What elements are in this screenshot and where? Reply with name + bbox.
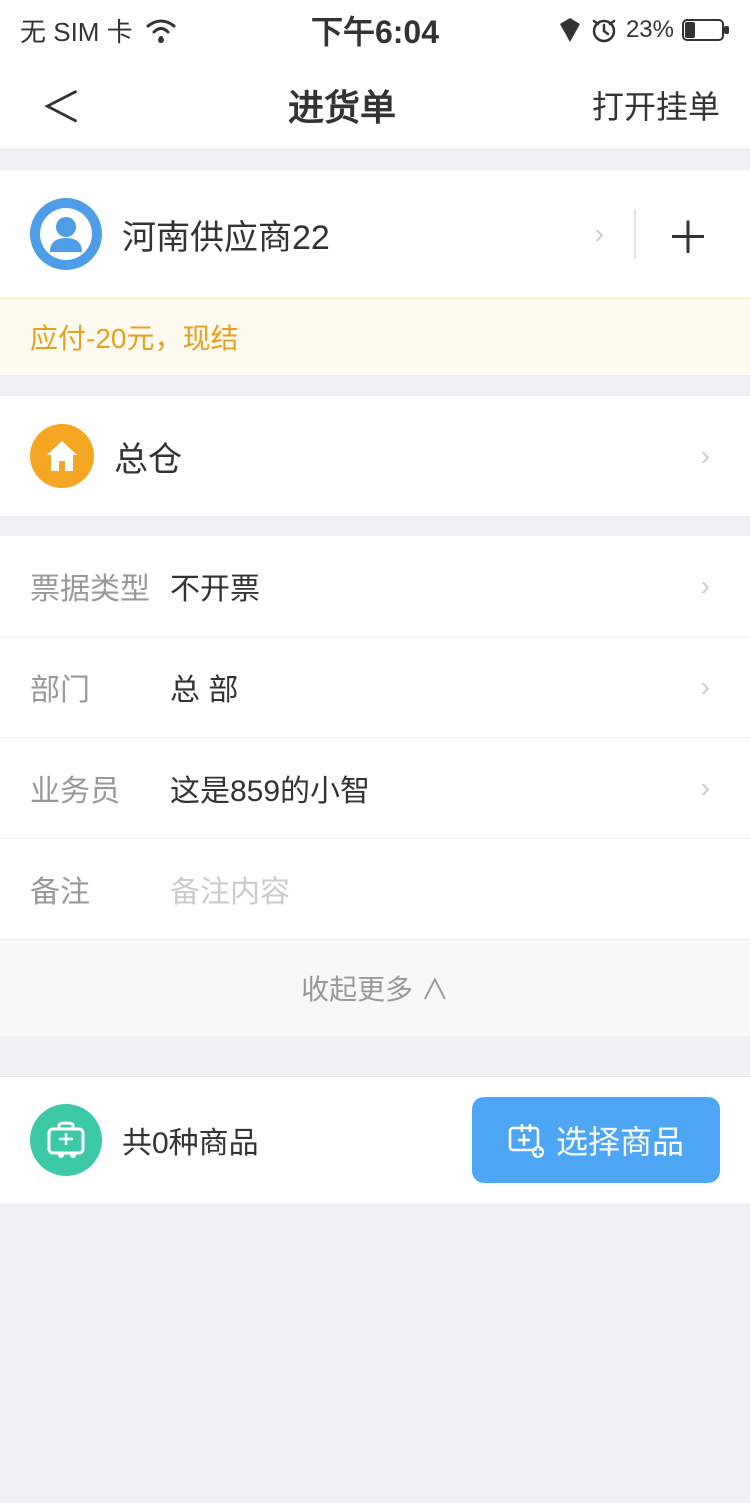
page-root: 无 SIM 卡 下午6:04 23% (0, 0, 750, 1503)
ticket-type-row[interactable]: 票据类型 不开票 › (0, 536, 750, 637)
status-time: 下午6:04 (311, 7, 439, 53)
section-gap-1 (0, 150, 750, 170)
supplier-avatar (30, 198, 102, 270)
supplier-chevron-icon: › (595, 218, 604, 250)
warehouse-row[interactable]: 总仓 › (0, 396, 750, 516)
salesperson-chevron-icon: › (701, 772, 710, 804)
department-row[interactable]: 部门 总 部 › (0, 637, 750, 738)
department-label: 部门 (30, 665, 170, 709)
ticket-type-value: 不开票 (170, 564, 701, 608)
salesperson-value: 这是859的小智 (170, 766, 701, 810)
collapse-button[interactable]: 收起更多 ∧ (0, 939, 750, 1036)
carrier-label: 无 SIM 卡 (20, 12, 133, 49)
ticket-type-chevron-icon: › (701, 570, 710, 602)
nav-title: 进货单 (288, 79, 396, 131)
warehouse-card: 总仓 › (0, 396, 750, 516)
status-right: 23% (558, 16, 730, 44)
select-product-label: 选择商品 (556, 1117, 684, 1163)
notice-text: 应付-20元，现结 (30, 323, 238, 354)
select-product-button[interactable]: 选择商品 (472, 1097, 720, 1183)
section-gap-2 (0, 376, 750, 396)
remark-row[interactable]: 备注 备注内容 (0, 839, 750, 939)
salesperson-label: 业务员 (30, 766, 170, 810)
back-button[interactable]: ＜ (30, 64, 92, 145)
section-gap-4 (0, 1036, 750, 1056)
bottom-bar: 共0种商品 选择商品 (0, 1076, 750, 1203)
supplier-row[interactable]: 河南供应商22 › ＋ (0, 170, 750, 298)
notice-bar: 应付-20元，现结 (0, 298, 750, 376)
location-icon (558, 16, 582, 44)
person-icon (48, 214, 84, 254)
warehouse-icon (30, 424, 94, 488)
warehouse-label: 总仓 (114, 432, 701, 481)
supplier-avatar-inner (40, 208, 92, 260)
ticket-type-label: 票据类型 (30, 564, 170, 608)
open-pending-button[interactable]: 打开挂单 (592, 82, 720, 128)
status-left: 无 SIM 卡 (20, 12, 179, 49)
status-bar: 无 SIM 卡 下午6:04 23% (0, 0, 750, 60)
house-icon (43, 437, 81, 475)
product-icon-wrap (30, 1104, 102, 1176)
select-product-icon (508, 1122, 544, 1158)
section-gap-3 (0, 516, 750, 536)
alarm-icon (590, 16, 618, 44)
supplier-name: 河南供应商22 (122, 210, 595, 259)
supplier-card: 河南供应商22 › ＋ 应付-20元，现结 (0, 170, 750, 376)
salesperson-row[interactable]: 业务员 这是859的小智 › (0, 738, 750, 839)
wifi-icon (143, 16, 179, 44)
nav-bar: ＜ 进货单 打开挂单 (0, 60, 750, 150)
battery-icon (682, 17, 730, 43)
cart-icon (45, 1119, 87, 1161)
remark-placeholder: 备注内容 (170, 867, 720, 911)
collapse-label: 收起更多 ∧ (301, 974, 449, 1005)
rest-area (0, 1203, 750, 1503)
remark-label: 备注 (30, 867, 170, 911)
battery-label: 23% (626, 16, 674, 44)
department-chevron-icon: › (701, 671, 710, 703)
department-value: 总 部 (170, 665, 701, 709)
warehouse-chevron-icon: › (701, 440, 710, 472)
fields-card: 票据类型 不开票 › 部门 总 部 › 业务员 这是859的小智 › 备注 备注… (0, 536, 750, 939)
add-supplier-button[interactable]: ＋ (656, 202, 720, 266)
supplier-divider (634, 209, 636, 259)
product-count-label: 共0种商品 (122, 1118, 452, 1162)
